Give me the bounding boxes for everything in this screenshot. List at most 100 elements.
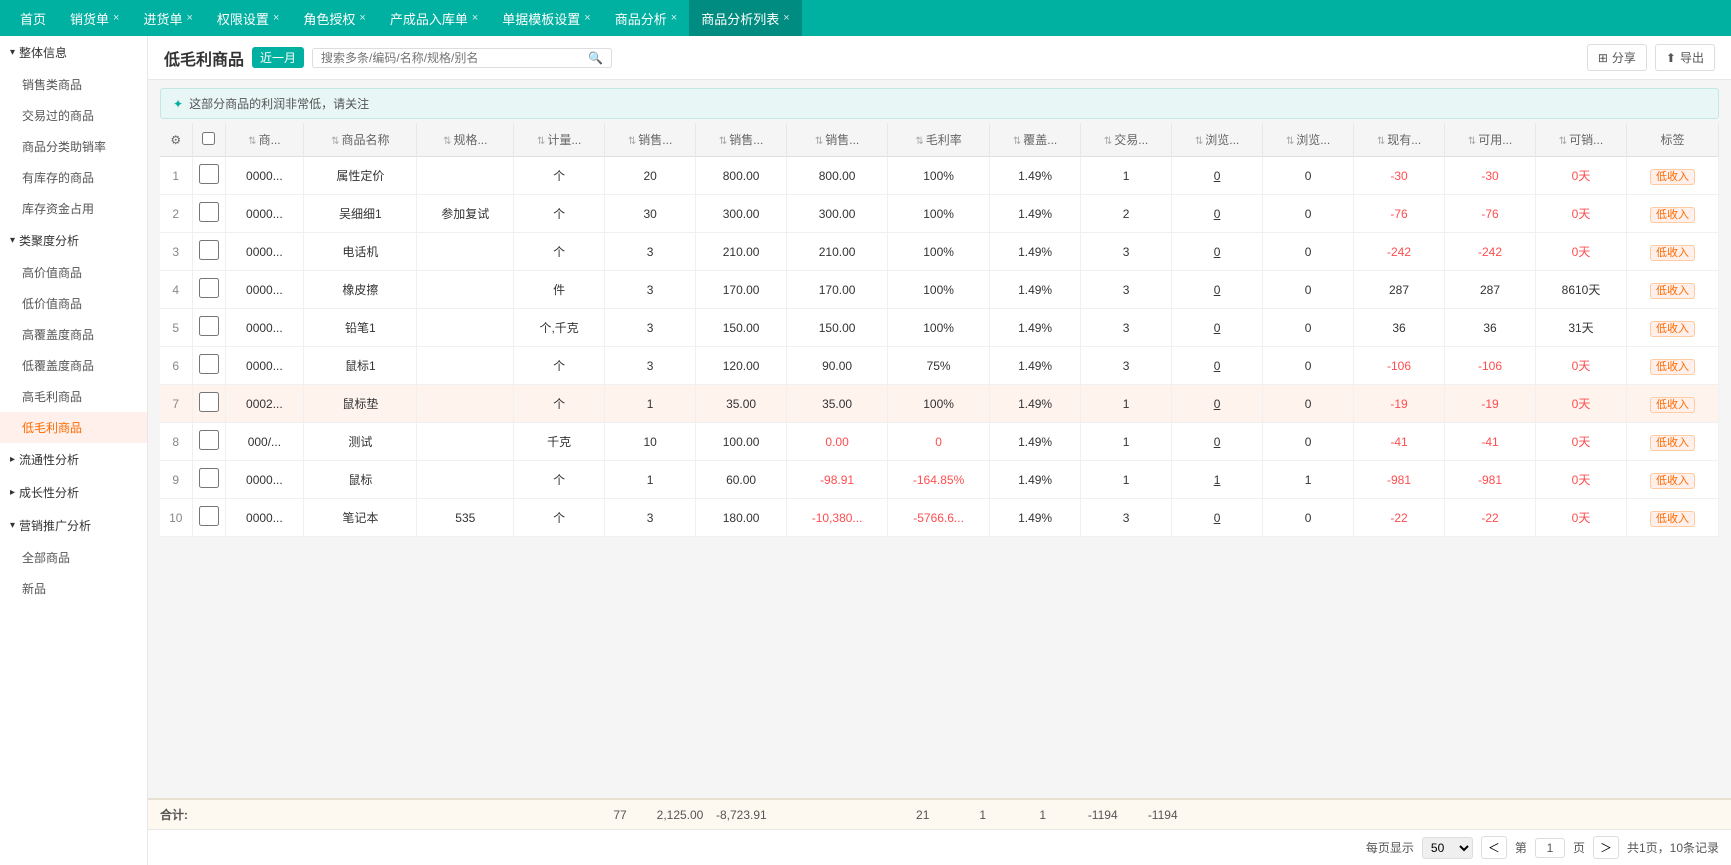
row-current: -76: [1354, 195, 1445, 233]
row-num: 1: [160, 157, 192, 195]
col-spec-header[interactable]: ⇅规格...: [417, 123, 514, 157]
col-available-header[interactable]: ⇅可用...: [1445, 123, 1536, 157]
row-checkbox-cell: [192, 271, 225, 309]
col-tag-header[interactable]: 标签: [1626, 123, 1718, 157]
row-checkbox[interactable]: [199, 392, 219, 412]
nav-home[interactable]: 首页: [8, 0, 58, 36]
row-checkbox[interactable]: [199, 278, 219, 298]
sidebar-item-all-products[interactable]: 全部商品: [0, 542, 147, 573]
search-input[interactable]: [321, 51, 588, 65]
per-page-label: 每页显示: [1366, 839, 1414, 856]
row-view1[interactable]: 0: [1172, 195, 1263, 233]
row-available: -22: [1445, 499, 1536, 537]
col-sellable-header[interactable]: ⇅可销...: [1536, 123, 1627, 157]
row-checkbox[interactable]: [199, 164, 219, 184]
col-name-header[interactable]: ⇅商品名称: [304, 123, 417, 157]
close-icon[interactable]: ×: [783, 12, 789, 24]
nav-product-analysis[interactable]: 商品分析 ×: [603, 0, 689, 36]
row-view1[interactable]: 0: [1172, 233, 1263, 271]
col-sales2-header[interactable]: ⇅销售...: [696, 123, 787, 157]
select-all-checkbox[interactable]: [202, 132, 215, 145]
sidebar-group-liquidity[interactable]: ▸ 流通性分析: [0, 443, 147, 476]
close-icon[interactable]: ×: [113, 12, 119, 24]
prev-page-button[interactable]: ＜: [1481, 836, 1507, 859]
row-view1[interactable]: 0: [1172, 271, 1263, 309]
close-icon[interactable]: ×: [273, 12, 279, 24]
close-icon[interactable]: ×: [671, 12, 677, 24]
sidebar-item-capital[interactable]: 库存资金占用: [0, 193, 147, 224]
close-icon[interactable]: ×: [359, 12, 365, 24]
sidebar-item-stock-products[interactable]: 有库存的商品: [0, 162, 147, 193]
col-coverage-header[interactable]: ⇅覆盖...: [990, 123, 1081, 157]
row-sellable: 0天: [1536, 461, 1627, 499]
sidebar-item-high-margin[interactable]: 高毛利商品: [0, 381, 147, 412]
nav-sales[interactable]: 销货单 ×: [58, 0, 131, 36]
row-view1[interactable]: 0: [1172, 385, 1263, 423]
sidebar-item-low-coverage[interactable]: 低覆盖度商品: [0, 350, 147, 381]
close-icon[interactable]: ×: [186, 12, 192, 24]
sidebar-item-low-value[interactable]: 低价值商品: [0, 288, 147, 319]
sidebar-group-overview[interactable]: ▾ 整体信息: [0, 36, 147, 69]
row-view1[interactable]: 0: [1172, 309, 1263, 347]
sidebar-group-marketing[interactable]: ▾ 营销推广分析: [0, 509, 147, 542]
next-page-button[interactable]: ＞: [1593, 836, 1619, 859]
sidebar-item-high-coverage[interactable]: 高覆盖度商品: [0, 319, 147, 350]
col-unit-header[interactable]: ⇅计量...: [514, 123, 605, 157]
top-navigation: 首页 销货单 × 进货单 × 权限设置 × 角色授权 × 产成品入库单 × 单据…: [0, 0, 1731, 36]
row-sales1: 3: [605, 499, 696, 537]
sidebar-item-traded-products[interactable]: 交易过的商品: [0, 100, 147, 131]
row-spec: 535: [417, 499, 514, 537]
row-checkbox[interactable]: [199, 202, 219, 222]
col-sales3-header[interactable]: ⇅销售...: [787, 123, 888, 157]
row-checkbox[interactable]: [199, 240, 219, 260]
nav-product-entry[interactable]: 产成品入库单 ×: [378, 0, 490, 36]
row-checkbox[interactable]: [199, 430, 219, 450]
col-view1-header[interactable]: ⇅浏览...: [1172, 123, 1263, 157]
row-checkbox[interactable]: [199, 506, 219, 526]
sidebar-item-new-products[interactable]: 新品: [0, 573, 147, 604]
settings-icon[interactable]: ⚙: [170, 133, 181, 147]
nav-role[interactable]: 角色授权 ×: [291, 0, 377, 36]
sidebar-item-high-value[interactable]: 高价值商品: [0, 257, 147, 288]
row-checkbox[interactable]: [199, 316, 219, 336]
sidebar-group-growth[interactable]: ▸ 成长性分析: [0, 476, 147, 509]
row-view1[interactable]: 0: [1172, 499, 1263, 537]
nav-template[interactable]: 单据模板设置 ×: [490, 0, 602, 36]
search-icon[interactable]: 🔍: [588, 51, 603, 65]
col-margin-header[interactable]: ⇅毛利率: [888, 123, 990, 157]
footer-col3: -8,723.91: [710, 808, 773, 822]
row-checkbox[interactable]: [199, 354, 219, 374]
col-sales1-header[interactable]: ⇅销售...: [605, 123, 696, 157]
share-button[interactable]: ⊞ 分享: [1587, 44, 1647, 71]
col-trade-header[interactable]: ⇅交易...: [1081, 123, 1172, 157]
info-icon: ✦: [173, 97, 183, 111]
per-page-select[interactable]: 50 100 200: [1422, 837, 1473, 859]
sidebar-group-cluster[interactable]: ▾ 类聚度分析: [0, 224, 147, 257]
sidebar-item-sales-products[interactable]: 销售类商品: [0, 69, 147, 100]
row-checkbox-cell: [192, 499, 225, 537]
col-code-header[interactable]: ⇅商...: [225, 123, 304, 157]
row-checkbox[interactable]: [199, 468, 219, 488]
col-current-header[interactable]: ⇅现有...: [1354, 123, 1445, 157]
sidebar-item-category-rate[interactable]: 商品分类助销率: [0, 131, 147, 162]
row-view1[interactable]: 1: [1172, 461, 1263, 499]
col-view2-header[interactable]: ⇅浏览...: [1263, 123, 1354, 157]
filter-tag-button[interactable]: 近一月: [252, 47, 304, 68]
row-available: -30: [1445, 157, 1536, 195]
table-row: 9 0000... 鼠标 个 1 60.00 -98.91 -164.85% 1…: [160, 461, 1719, 499]
nav-permission[interactable]: 权限设置 ×: [205, 0, 291, 36]
col-settings: ⚙: [160, 123, 192, 157]
row-view1[interactable]: 0: [1172, 157, 1263, 195]
close-icon[interactable]: ×: [584, 12, 590, 24]
row-view1[interactable]: 0: [1172, 423, 1263, 461]
row-trade: 1: [1081, 385, 1172, 423]
row-trade: 1: [1081, 157, 1172, 195]
close-icon[interactable]: ×: [472, 12, 478, 24]
row-tag: 低收入: [1626, 461, 1718, 499]
nav-product-analysis-list[interactable]: 商品分析列表 ×: [689, 0, 801, 36]
sidebar-item-low-margin[interactable]: 低毛利商品: [0, 412, 147, 443]
nav-purchase[interactable]: 进货单 ×: [131, 0, 204, 36]
row-view1[interactable]: 0: [1172, 347, 1263, 385]
export-button[interactable]: ⬆ 导出: [1655, 44, 1715, 71]
row-coverage: 1.49%: [990, 233, 1081, 271]
